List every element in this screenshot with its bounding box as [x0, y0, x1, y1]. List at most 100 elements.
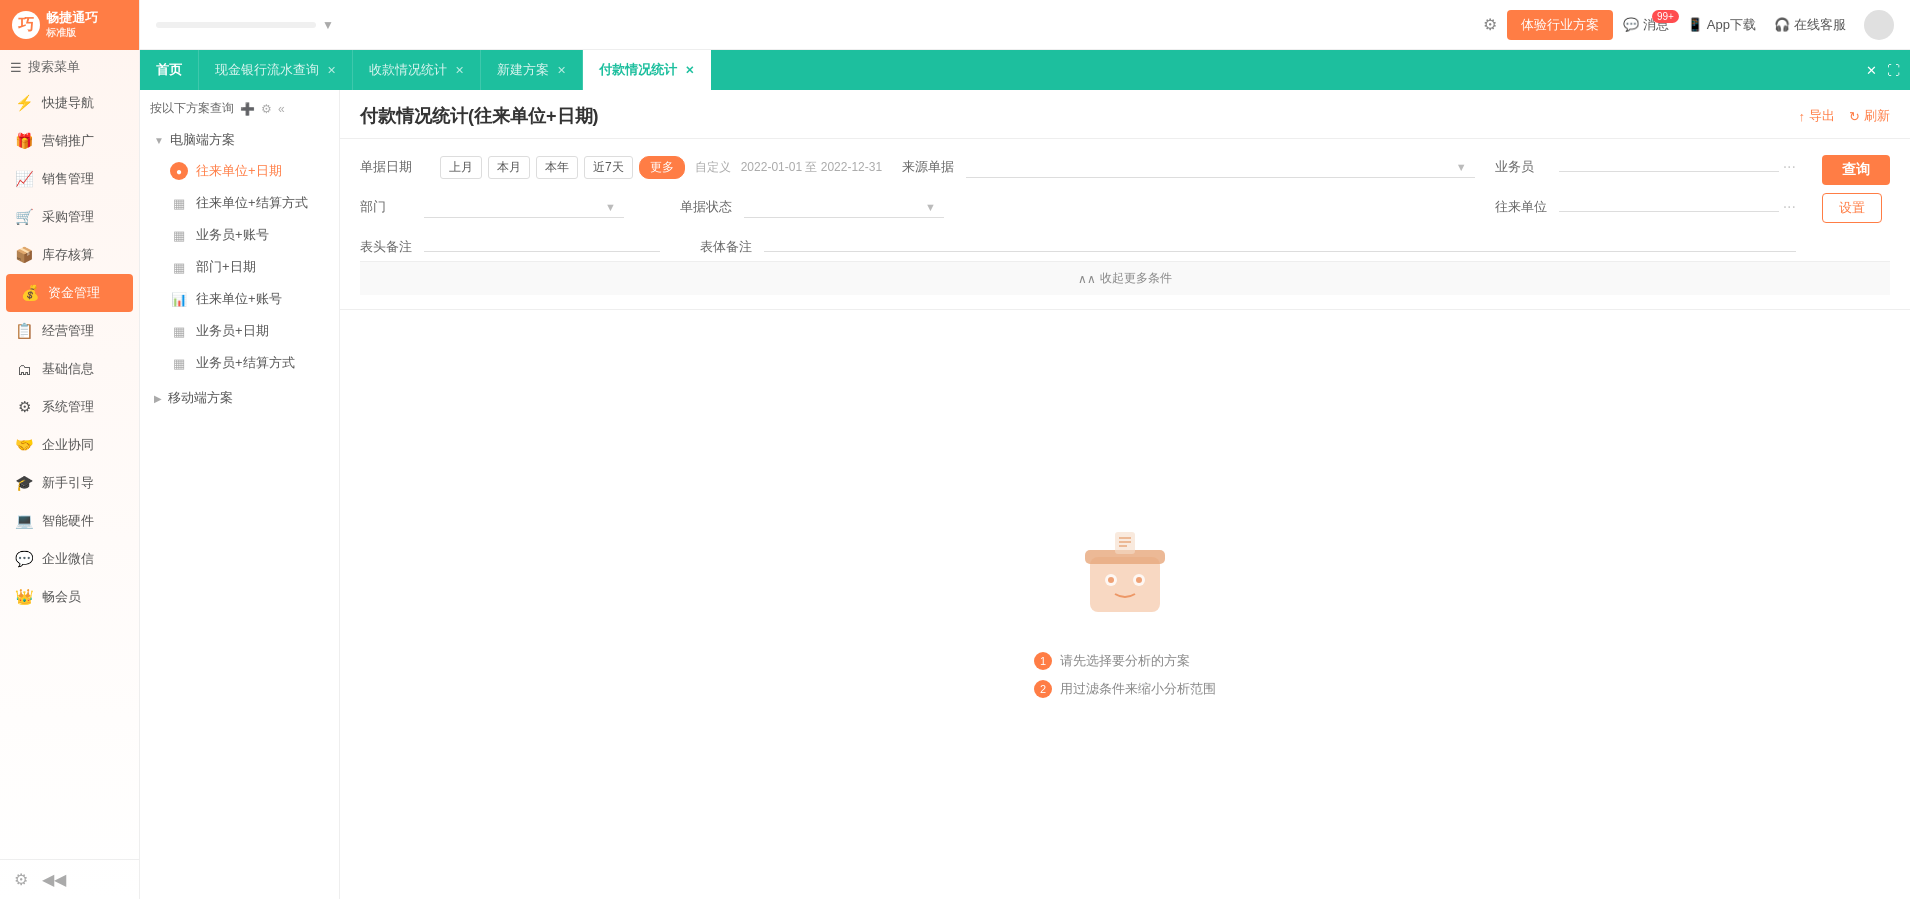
- voucher-status-select[interactable]: ▼: [744, 197, 944, 218]
- sidebar-item-purchase[interactable]: 🛒 采购管理: [0, 198, 139, 236]
- tab-new-scheme[interactable]: 新建方案 ✕: [481, 50, 583, 90]
- export-icon: ↑: [1799, 109, 1806, 124]
- sidebar-item-sales[interactable]: 📈 销售管理: [0, 160, 139, 198]
- app-icon: 📱: [1687, 17, 1703, 32]
- partner-input[interactable]: [1559, 203, 1779, 212]
- export-btn[interactable]: ↑ 导出: [1799, 107, 1836, 125]
- scheme-item-staff-date[interactable]: ▦ 业务员+日期: [140, 315, 339, 347]
- tab-close-new-scheme[interactable]: ✕: [557, 64, 566, 77]
- sidebar-item-finance[interactable]: 💰 资金管理: [6, 274, 133, 312]
- sidebar-item-system[interactable]: ⚙ 系统管理: [0, 388, 139, 426]
- date-btn-last-month[interactable]: 上月: [440, 156, 482, 179]
- empty-tips: 1 请先选择要分析的方案 2 用过滤条件来缩小分析范围: [1034, 652, 1216, 698]
- date-btn-this-year[interactable]: 本年: [536, 156, 578, 179]
- tab-expand-icon[interactable]: ⛶: [1887, 63, 1900, 78]
- scheme-grid-icon-1: ▦: [170, 226, 188, 244]
- header-note-label: 表头备注: [360, 233, 420, 261]
- sales-icon: 📈: [14, 170, 34, 188]
- staff-input[interactable]: [1559, 163, 1779, 172]
- app-download[interactable]: 📱 App下载: [1687, 16, 1756, 34]
- tab-home[interactable]: 首页: [140, 50, 199, 90]
- sidebar-item-operations[interactable]: 📋 经营管理: [0, 312, 139, 350]
- header-note-input[interactable]: [424, 243, 660, 252]
- refresh-btn[interactable]: ↻ 刷新: [1849, 107, 1890, 125]
- tab-close-receipt-stats[interactable]: ✕: [455, 64, 464, 77]
- staff-dots[interactable]: ···: [1783, 153, 1796, 181]
- sidebar-item-inventory[interactable]: 📦 库存核算: [0, 236, 139, 274]
- scheme-item-partner-account[interactable]: 📊 往来单位+账号: [140, 283, 339, 315]
- empty-tip-2: 2 用过滤条件来缩小分析范围: [1034, 680, 1216, 698]
- tab-close-payment-stats[interactable]: ✕: [685, 64, 694, 77]
- sidebar-bottom: ⚙ ◀◀: [0, 859, 139, 899]
- settings-bottom-icon[interactable]: ⚙: [14, 870, 28, 889]
- search-menu[interactable]: ☰ 搜索菜单: [0, 50, 139, 84]
- date-btn-this-month[interactable]: 本月: [488, 156, 530, 179]
- tab-close-bank-flow[interactable]: ✕: [327, 64, 336, 77]
- source-select[interactable]: ▼: [966, 157, 1475, 178]
- sidebar-item-basics[interactable]: 🗂 基础信息: [0, 350, 139, 388]
- date-btn-last7[interactable]: 近7天: [584, 156, 633, 179]
- svg-rect-6: [1115, 532, 1135, 554]
- sidebar-item-hardware[interactable]: 💻 智能硬件: [0, 502, 139, 540]
- svg-rect-0: [1090, 557, 1160, 612]
- collapse-conditions-btn[interactable]: ∧∧ 收起更多条件: [360, 261, 1890, 295]
- sidebar-item-member[interactable]: 👑 畅会员: [0, 578, 139, 616]
- mobile-group-arrow: ▶: [154, 393, 162, 404]
- scheme-item-dept-date[interactable]: ▦ 部门+日期: [140, 251, 339, 283]
- online-service[interactable]: 🎧 在线客服: [1774, 16, 1846, 34]
- inventory-icon: 📦: [14, 246, 34, 264]
- partner-dots[interactable]: ···: [1783, 193, 1796, 221]
- messages-badge[interactable]: 💬 消息 99+: [1623, 16, 1669, 34]
- tip-num-2: 2: [1034, 680, 1052, 698]
- scheme-active-icon: ●: [170, 162, 188, 180]
- collapse-sidebar-icon[interactable]: ◀◀: [42, 870, 66, 889]
- add-scheme-icon[interactable]: ➕: [240, 102, 255, 116]
- date-btn-more[interactable]: 更多: [639, 156, 685, 179]
- mobile-scheme-group-header[interactable]: ▶ 移动端方案: [140, 383, 339, 413]
- scheme-item-partner-settle[interactable]: ▦ 往来单位+结算方式: [140, 187, 339, 219]
- address-dropdown-icon[interactable]: ▼: [322, 18, 334, 32]
- messages-count: 99+: [1652, 10, 1679, 23]
- filter-row-3: 表头备注 表体备注: [360, 233, 1796, 261]
- scheme-item-staff-settle[interactable]: ▦ 业务员+结算方式: [140, 347, 339, 379]
- user-avatar[interactable]: [1864, 10, 1894, 40]
- settings-icon[interactable]: ⚙: [1483, 15, 1497, 34]
- industry-btn[interactable]: 体验行业方案: [1507, 10, 1613, 40]
- svg-point-5: [1136, 577, 1142, 583]
- dept-select[interactable]: ▼: [424, 197, 624, 218]
- tab-payment-stats[interactable]: 付款情况统计 ✕: [583, 50, 711, 90]
- topbar-right: 💬 消息 99+ 📱 App下载 🎧 在线客服: [1623, 10, 1894, 40]
- main-panel: 付款情况统计(往来单位+日期) ↑ 导出 ↻ 刷新: [340, 90, 1910, 899]
- scheme-grid-icon-0: ▦: [170, 194, 188, 212]
- body-note-input[interactable]: [764, 243, 1796, 252]
- mobile-scheme-group: ▶ 移动端方案: [140, 383, 339, 413]
- config-scheme-icon[interactable]: ⚙: [261, 102, 272, 116]
- scheme-panel-title: 按以下方案查询: [150, 100, 234, 117]
- sidebar-nav: ⚡ 快捷导航 🎁 营销推广 📈 销售管理 🛒 采购管理 📦 库存核算 💰 资金管…: [0, 84, 139, 859]
- tab-close-all-icon[interactable]: ✕: [1866, 63, 1877, 78]
- tab-bank-flow[interactable]: 现金银行流水查询 ✕: [199, 50, 353, 90]
- tip-num-1: 1: [1034, 652, 1052, 670]
- sidebar-item-newbie[interactable]: 🎓 新手引导: [0, 464, 139, 502]
- source-dropdown-icon: ▼: [1456, 161, 1467, 173]
- basics-icon: 🗂: [14, 361, 34, 378]
- tabs-right-actions: ✕ ⛶: [1866, 63, 1910, 78]
- sidebar-item-quick-nav[interactable]: ⚡ 快捷导航: [0, 84, 139, 122]
- scheme-item-partner-date[interactable]: ● 往来单位+日期: [140, 155, 339, 187]
- query-button[interactable]: 查询: [1822, 155, 1890, 185]
- refresh-icon: ↻: [1849, 109, 1860, 124]
- dept-dropdown-icon: ▼: [605, 201, 616, 213]
- sidebar-item-cooperation[interactable]: 🤝 企业协同: [0, 426, 139, 464]
- collapse-scheme-icon[interactable]: «: [278, 102, 285, 116]
- sidebar-item-marketing[interactable]: 🎁 营销推广: [0, 122, 139, 160]
- sidebar-item-wechat[interactable]: 💬 企业微信: [0, 540, 139, 578]
- search-icon: ☰: [10, 60, 22, 75]
- desktop-scheme-group-header[interactable]: ▼ 电脑端方案: [140, 125, 339, 155]
- address-text: [156, 22, 316, 28]
- scheme-panel: 按以下方案查询 ➕ ⚙ « ▼ 电脑端方案 ● 往来单位+日期 ▦ 往来单位+结…: [140, 90, 340, 899]
- tab-receipt-stats[interactable]: 收款情况统计 ✕: [353, 50, 481, 90]
- filter-area: 单据日期 上月 本月 本年 近7天 更多 自定义 2022-01-01 至 20…: [340, 139, 1910, 310]
- operations-icon: 📋: [14, 322, 34, 340]
- settings-button[interactable]: 设置: [1822, 193, 1882, 223]
- scheme-item-staff-account[interactable]: ▦ 业务员+账号: [140, 219, 339, 251]
